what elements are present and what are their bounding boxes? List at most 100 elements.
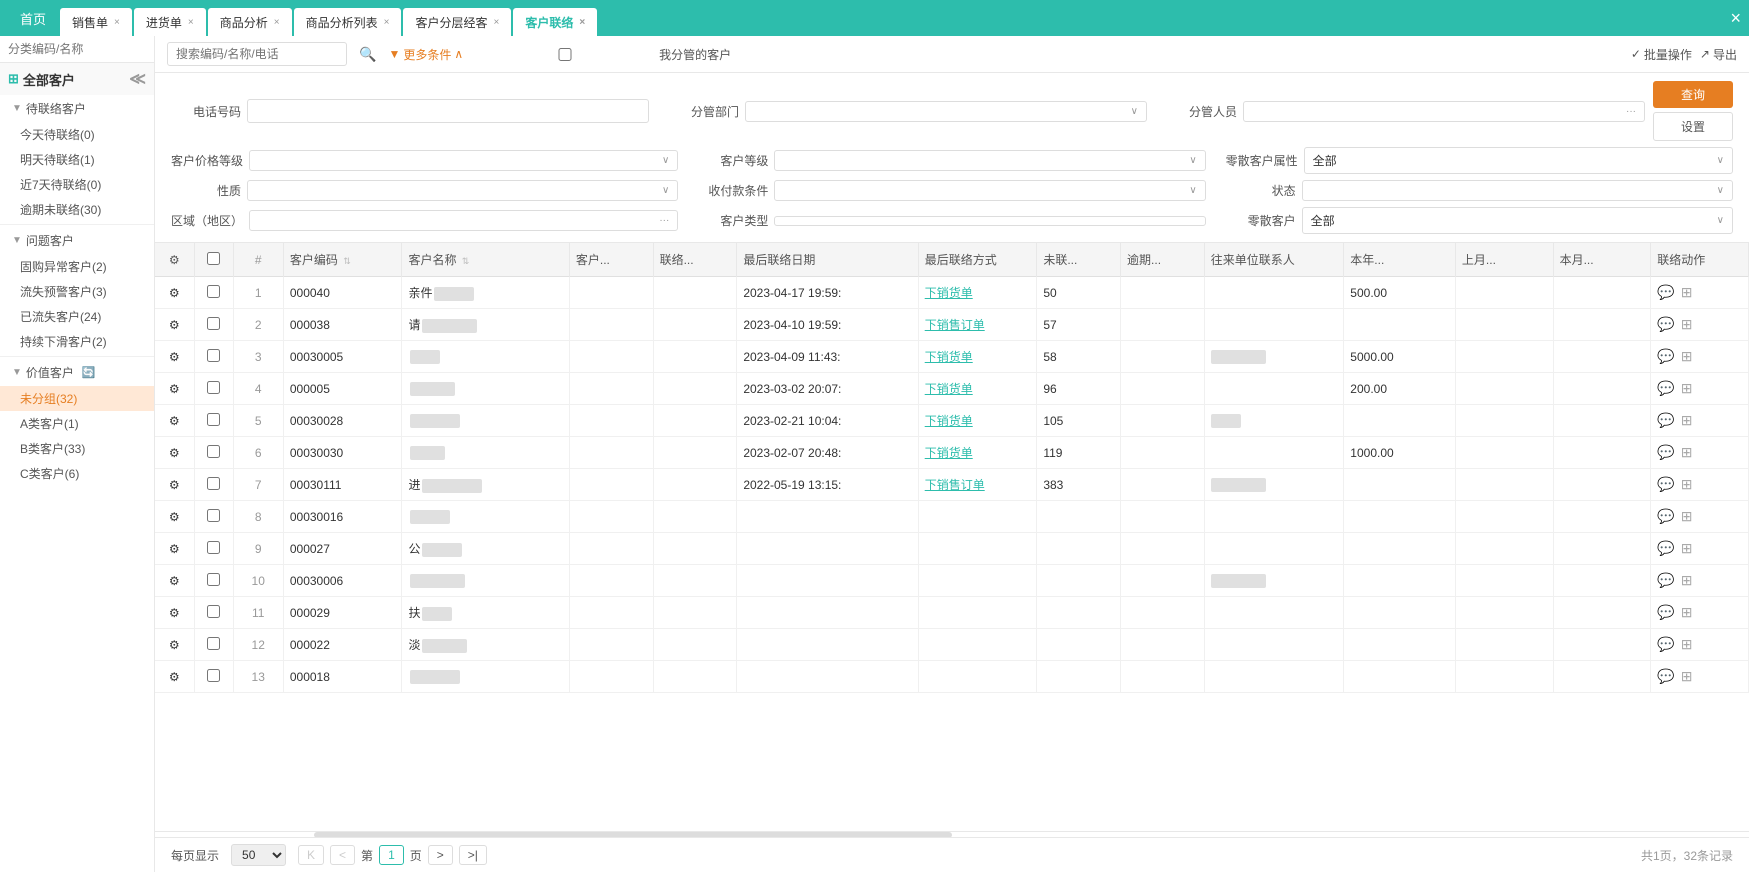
grid-action-icon[interactable]: ⊞ (1681, 636, 1693, 653)
row-method-1[interactable]: 下销售订单 (918, 309, 1037, 341)
row-gear-11[interactable]: ⚙ (155, 629, 194, 661)
last-page-button[interactable]: >| (459, 845, 487, 865)
row-gear-3[interactable]: ⚙ (155, 373, 194, 405)
sidebar-item-c-class[interactable]: C类客户(6) (0, 461, 154, 486)
gear-icon[interactable]: ⚙ (169, 253, 180, 267)
grid-action-icon[interactable]: ⊞ (1681, 444, 1693, 461)
comment-icon[interactable]: 💬 (1657, 444, 1674, 461)
uncontact-col-header[interactable]: 未联... (1037, 243, 1121, 277)
lastmonth-col-header[interactable]: 上月... (1455, 243, 1553, 277)
person-select[interactable]: ··· (1243, 101, 1645, 122)
row-check-10[interactable] (194, 597, 233, 629)
row-gear-6[interactable]: ⚙ (155, 469, 194, 501)
retail-customer-select[interactable]: 全部∨ (1302, 207, 1733, 234)
close-sales-tab[interactable]: × (114, 17, 120, 28)
grid-action-icon[interactable]: ⊞ (1681, 380, 1693, 397)
row-gear-2[interactable]: ⚙ (155, 341, 194, 373)
first-page-button[interactable]: K (298, 845, 324, 865)
comment-icon[interactable]: 💬 (1657, 572, 1674, 589)
sidebar-item-churn-warning[interactable]: 流失预警客户(3) (0, 279, 154, 304)
sidebar-item-b-class[interactable]: B类客户(33) (0, 436, 154, 461)
my-customers-check-input[interactable] (475, 48, 655, 61)
grid-action-icon[interactable]: ⊞ (1681, 476, 1693, 493)
home-tab[interactable]: 首页 (8, 0, 58, 36)
grid-action-icon[interactable]: ⊞ (1681, 348, 1693, 365)
date-col-header[interactable]: 最后联络日期 (737, 243, 918, 277)
row-check-8[interactable] (194, 533, 233, 565)
search-icon[interactable]: 🔍 (359, 46, 376, 63)
page-size-select[interactable]: 50 100 200 (231, 844, 286, 866)
grid-action-icon[interactable]: ⊞ (1681, 572, 1693, 589)
row-check-9[interactable] (194, 565, 233, 597)
row-gear-9[interactable]: ⚙ (155, 565, 194, 597)
close-product-tab[interactable]: × (274, 17, 280, 28)
thismonth-col-header[interactable]: 本月... (1553, 243, 1651, 277)
row-gear-7[interactable]: ⚙ (155, 501, 194, 533)
sidebar-item-abnormal[interactable]: 固购异常客户(2) (0, 254, 154, 279)
price-level-select[interactable]: ∨ (249, 150, 678, 171)
row-check-1[interactable] (194, 309, 233, 341)
grid-action-icon[interactable]: ⊞ (1681, 412, 1693, 429)
row-check-6[interactable] (194, 469, 233, 501)
collapse-sidebar-icon[interactable]: ≪ (129, 69, 146, 89)
phone-input[interactable] (247, 99, 649, 123)
close-contact-tab[interactable]: × (579, 17, 585, 28)
sidebar-item-a-class[interactable]: A类客户(1) (0, 411, 154, 436)
tab-product-list[interactable]: 商品分析列表 × (294, 8, 402, 36)
waiting-contact-title[interactable]: ▼ 待联络客户 (0, 95, 154, 122)
grid-action-icon[interactable]: ⊞ (1681, 316, 1693, 333)
row-check-12[interactable] (194, 661, 233, 693)
select-all-checkbox[interactable] (207, 252, 220, 265)
tab-customer-segment[interactable]: 客户分层经客 × (403, 8, 511, 36)
row-method-6[interactable]: 下销售订单 (918, 469, 1037, 501)
comment-icon[interactable]: 💬 (1657, 316, 1674, 333)
customer-type-select[interactable] (774, 216, 1205, 226)
tab-sales[interactable]: 销售单 × (60, 8, 132, 36)
tab-purchase[interactable]: 进货单 × (134, 8, 206, 36)
row-gear-0[interactable]: ⚙ (155, 277, 194, 309)
comment-icon[interactable]: 💬 (1657, 348, 1674, 365)
gender-select[interactable]: ∨ (247, 180, 678, 201)
sidebar-item-ungroup[interactable]: 未分组(32) (0, 386, 154, 411)
row-gear-5[interactable]: ⚙ (155, 437, 194, 469)
contact-col-header[interactable]: 联络... (653, 243, 737, 277)
grid-action-icon[interactable]: ⊞ (1681, 284, 1693, 301)
overdue-col-header[interactable]: 逾期... (1121, 243, 1205, 277)
sidebar-search-input[interactable] (8, 42, 155, 56)
method-col-header[interactable]: 最后联络方式 (918, 243, 1037, 277)
sidebar-item-overdue[interactable]: 逾期未联络(30) (0, 197, 154, 222)
row-check-4[interactable] (194, 405, 233, 437)
row-check-7[interactable] (194, 501, 233, 533)
comment-icon[interactable]: 💬 (1657, 412, 1674, 429)
code-col-header[interactable]: 客户编码 ⇅ (283, 243, 402, 277)
grid-action-icon[interactable]: ⊞ (1681, 540, 1693, 557)
comment-icon[interactable]: 💬 (1657, 668, 1674, 685)
row-gear-10[interactable]: ⚙ (155, 597, 194, 629)
comment-icon[interactable]: 💬 (1657, 604, 1674, 621)
close-purchase-tab[interactable]: × (188, 17, 194, 28)
row-check-5[interactable] (194, 437, 233, 469)
all-customers-header[interactable]: ⊞ 全部客户 ≪ (0, 63, 154, 95)
row-check-11[interactable] (194, 629, 233, 661)
close-segment-tab[interactable]: × (493, 17, 499, 28)
sidebar-item-declining[interactable]: 持续下滑客户(2) (0, 329, 154, 354)
my-customers-checkbox[interactable]: 我分管的客户 (475, 46, 731, 63)
tab-product-analysis[interactable]: 商品分析 × (208, 8, 292, 36)
partner-col-header[interactable]: 往来单位联系人 (1204, 243, 1344, 277)
grid-action-icon[interactable]: ⊞ (1681, 668, 1693, 685)
row-check-3[interactable] (194, 373, 233, 405)
batch-operation-button[interactable]: ✓ 批量操作 (1631, 46, 1692, 63)
grid-action-icon[interactable]: ⊞ (1681, 508, 1693, 525)
row-method-4[interactable]: 下销货单 (918, 405, 1037, 437)
query-button[interactable]: 查询 (1653, 81, 1733, 108)
row-method-0[interactable]: 下销货单 (918, 277, 1037, 309)
comment-icon[interactable]: 💬 (1657, 476, 1674, 493)
search-input[interactable] (167, 42, 347, 66)
retail-attr-select[interactable]: 全部∨ (1304, 147, 1733, 174)
row-gear-4[interactable]: ⚙ (155, 405, 194, 437)
value-customers-title[interactable]: ▼ 价值客户 🔄 (0, 359, 154, 386)
row-check-0[interactable] (194, 277, 233, 309)
row-gear-8[interactable]: ⚙ (155, 533, 194, 565)
name-col-header[interactable]: 客户名称 ⇅ (402, 243, 569, 277)
close-product-list-tab[interactable]: × (384, 17, 390, 28)
